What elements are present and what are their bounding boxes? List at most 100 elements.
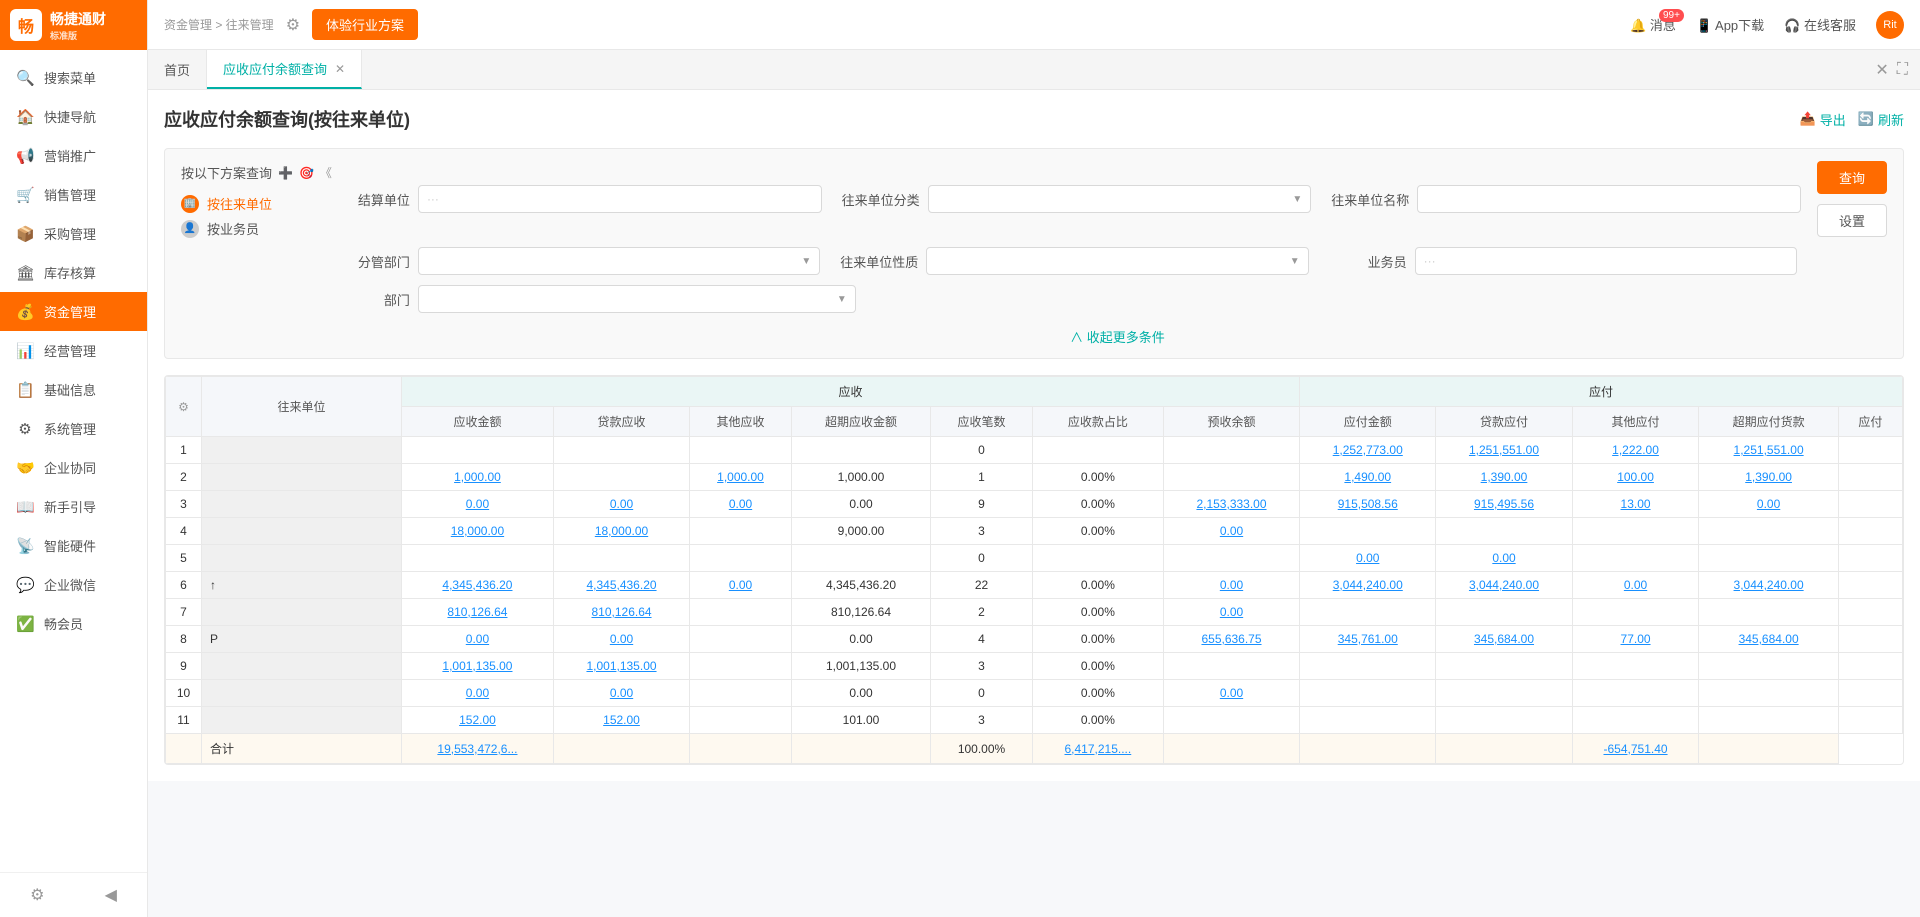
table-cell[interactable]: 18,000.00 xyxy=(402,518,554,545)
table-cell xyxy=(1436,680,1572,707)
table-cell[interactable]: 915,508.56 xyxy=(1300,491,1436,518)
table-cell[interactable]: 0.00 xyxy=(1699,491,1838,518)
target-icon[interactable]: 🎯 xyxy=(299,166,314,180)
tab-receivable[interactable]: 应收应付余额查询 ✕ xyxy=(207,50,362,89)
arrow-left-icon[interactable]: 《 xyxy=(320,164,332,181)
staff-icon-symbol: 👤 xyxy=(184,223,196,234)
sidebar-item-enterprise[interactable]: 🤝企业协同 xyxy=(0,448,147,487)
th-settings-icon[interactable]: ⚙ xyxy=(166,377,202,437)
table-cell[interactable]: 152.00 xyxy=(402,707,554,734)
sidebar-item-quick[interactable]: 🏠快捷导航 xyxy=(0,97,147,136)
nav-by-unit[interactable]: 🏢 按往来单位 xyxy=(181,194,332,213)
table-cell[interactable]: 1,252,773.00 xyxy=(1300,437,1436,464)
sidebar-item-marketing[interactable]: 📢营销推广 xyxy=(0,136,147,175)
unit-nature-input[interactable]: ▼ xyxy=(926,247,1308,275)
table-cell[interactable]: 1,251,551.00 xyxy=(1436,437,1572,464)
window-close-icon[interactable]: ✕ xyxy=(1875,60,1888,80)
department-input[interactable]: ▼ xyxy=(418,285,856,313)
table-cell[interactable]: 0.00 xyxy=(402,680,554,707)
table-cell[interactable]: 345,761.00 xyxy=(1300,626,1436,653)
app-download[interactable]: 📱 App下载 xyxy=(1696,15,1764,34)
table-cell[interactable]: 345,684.00 xyxy=(1436,626,1572,653)
sidebar-item-inventory[interactable]: 🏛库存核算 xyxy=(0,253,147,292)
tab-close-icon[interactable]: ✕ xyxy=(335,62,345,76)
collapse-button[interactable]: 收起更多条件 xyxy=(1087,330,1165,345)
total-receivable-ratio: 100.00% xyxy=(931,734,1033,764)
table-cell[interactable]: 1,000.00 xyxy=(402,464,554,491)
table-cell[interactable]: 3,044,240.00 xyxy=(1699,572,1838,599)
table-cell[interactable]: 1,001,135.00 xyxy=(402,653,554,680)
table-cell[interactable]: 1,251,551.00 xyxy=(1699,437,1838,464)
table-cell[interactable]: 0.00 xyxy=(553,626,689,653)
table-cell[interactable]: 0.00 xyxy=(553,491,689,518)
total-overdue-payable: -654,751.40 xyxy=(1572,734,1699,764)
query-button[interactable]: 查询 xyxy=(1817,161,1887,194)
table-cell[interactable]: 0.00 xyxy=(553,680,689,707)
table-cell[interactable]: 77.00 xyxy=(1572,626,1699,653)
table-cell[interactable]: 0.00 xyxy=(1163,518,1299,545)
tab-home[interactable]: 首页 xyxy=(148,50,207,89)
add-icon[interactable]: ➕ xyxy=(278,166,293,180)
settings-button[interactable]: 设置 xyxy=(1817,204,1887,237)
table-cell[interactable]: 4,345,436.20 xyxy=(553,572,689,599)
table-cell[interactable]: 1,390.00 xyxy=(1436,464,1572,491)
table-cell[interactable]: 810,126.64 xyxy=(553,599,689,626)
table-cell[interactable]: 0.00 xyxy=(1163,680,1299,707)
window-expand-icon[interactable]: ⛶ xyxy=(1897,61,1908,79)
table-cell[interactable]: 3,044,240.00 xyxy=(1300,572,1436,599)
table-cell[interactable]: 1,222.00 xyxy=(1572,437,1699,464)
table-cell[interactable]: 0.00 xyxy=(690,572,792,599)
settings-icon[interactable]: ⚙ xyxy=(286,15,300,35)
settlement-input[interactable]: ··· xyxy=(418,185,822,213)
notification-area[interactable]: 🔔 消息 99+ xyxy=(1630,15,1676,34)
nav-by-staff[interactable]: 👤 按业务员 xyxy=(181,219,332,238)
table-cell[interactable]: 0.00 xyxy=(1163,572,1299,599)
table-cell[interactable]: 345,684.00 xyxy=(1699,626,1838,653)
refresh-button[interactable]: 🔄 刷新 xyxy=(1858,110,1904,129)
table-cell xyxy=(1572,653,1699,680)
table-cell[interactable]: 0.00 xyxy=(690,491,792,518)
sidebar-item-search[interactable]: 🔍搜索菜单 xyxy=(0,58,147,97)
online-service[interactable]: 🎧 在线客服 xyxy=(1784,15,1856,34)
sidebar-item-system[interactable]: ⚙系统管理 xyxy=(0,409,147,448)
sidebar-item-capital[interactable]: 💰资金管理 xyxy=(0,292,147,331)
table-cell[interactable]: 13.00 xyxy=(1572,491,1699,518)
table-cell[interactable]: 655,636.75 xyxy=(1163,626,1299,653)
footer-collapse-icon[interactable]: ◀ xyxy=(105,885,117,905)
footer-settings-icon[interactable]: ⚙ xyxy=(30,885,44,905)
table-cell[interactable]: 1,390.00 xyxy=(1699,464,1838,491)
th-loan-receivable: 贷款应收 xyxy=(553,407,689,437)
table-cell[interactable]: 152.00 xyxy=(553,707,689,734)
sidebar-item-hardware[interactable]: 📡智能硬件 xyxy=(0,526,147,565)
table-cell[interactable]: 100.00 xyxy=(1572,464,1699,491)
dept-input[interactable]: ▼ xyxy=(418,247,820,275)
table-cell[interactable]: 0.00 xyxy=(402,626,554,653)
table-cell[interactable]: 18,000.00 xyxy=(553,518,689,545)
user-avatar[interactable]: Rit xyxy=(1876,11,1904,39)
salesperson-input[interactable]: ··· xyxy=(1415,247,1797,275)
sidebar-item-operations[interactable]: 📊经营管理 xyxy=(0,331,147,370)
table-cell[interactable]: 0.00 xyxy=(1572,572,1699,599)
sidebar-item-wechat[interactable]: 💬企业微信 xyxy=(0,565,147,604)
table-cell[interactable]: 1,000.00 xyxy=(690,464,792,491)
table-cell[interactable]: 810,126.64 xyxy=(402,599,554,626)
sidebar-item-member[interactable]: ✅畅会员 xyxy=(0,604,147,643)
unit-category-input[interactable]: ▼ xyxy=(928,185,1312,213)
table-cell[interactable]: 0.00 xyxy=(1436,545,1572,572)
sidebar-item-basics[interactable]: 📋基础信息 xyxy=(0,370,147,409)
table-cell[interactable]: 915,495.56 xyxy=(1436,491,1572,518)
table-cell[interactable]: 0.00 xyxy=(1163,599,1299,626)
table-cell[interactable]: 2,153,333.00 xyxy=(1163,491,1299,518)
table-cell[interactable]: 0.00 xyxy=(402,491,554,518)
sidebar-item-guide[interactable]: 📖新手引导 xyxy=(0,487,147,526)
table-cell[interactable]: 4,345,436.20 xyxy=(402,572,554,599)
export-button[interactable]: 📤 导出 xyxy=(1800,110,1846,129)
table-cell[interactable]: 1,001,135.00 xyxy=(553,653,689,680)
table-cell[interactable]: 0.00 xyxy=(1300,545,1436,572)
unit-name-input[interactable] xyxy=(1417,185,1801,213)
sidebar-item-purchase[interactable]: 📦采购管理 xyxy=(0,214,147,253)
sidebar-item-sales[interactable]: 🛒销售管理 xyxy=(0,175,147,214)
solution-button[interactable]: 体验行业方案 xyxy=(312,9,418,40)
table-cell[interactable]: 3,044,240.00 xyxy=(1436,572,1572,599)
table-cell[interactable]: 1,490.00 xyxy=(1300,464,1436,491)
